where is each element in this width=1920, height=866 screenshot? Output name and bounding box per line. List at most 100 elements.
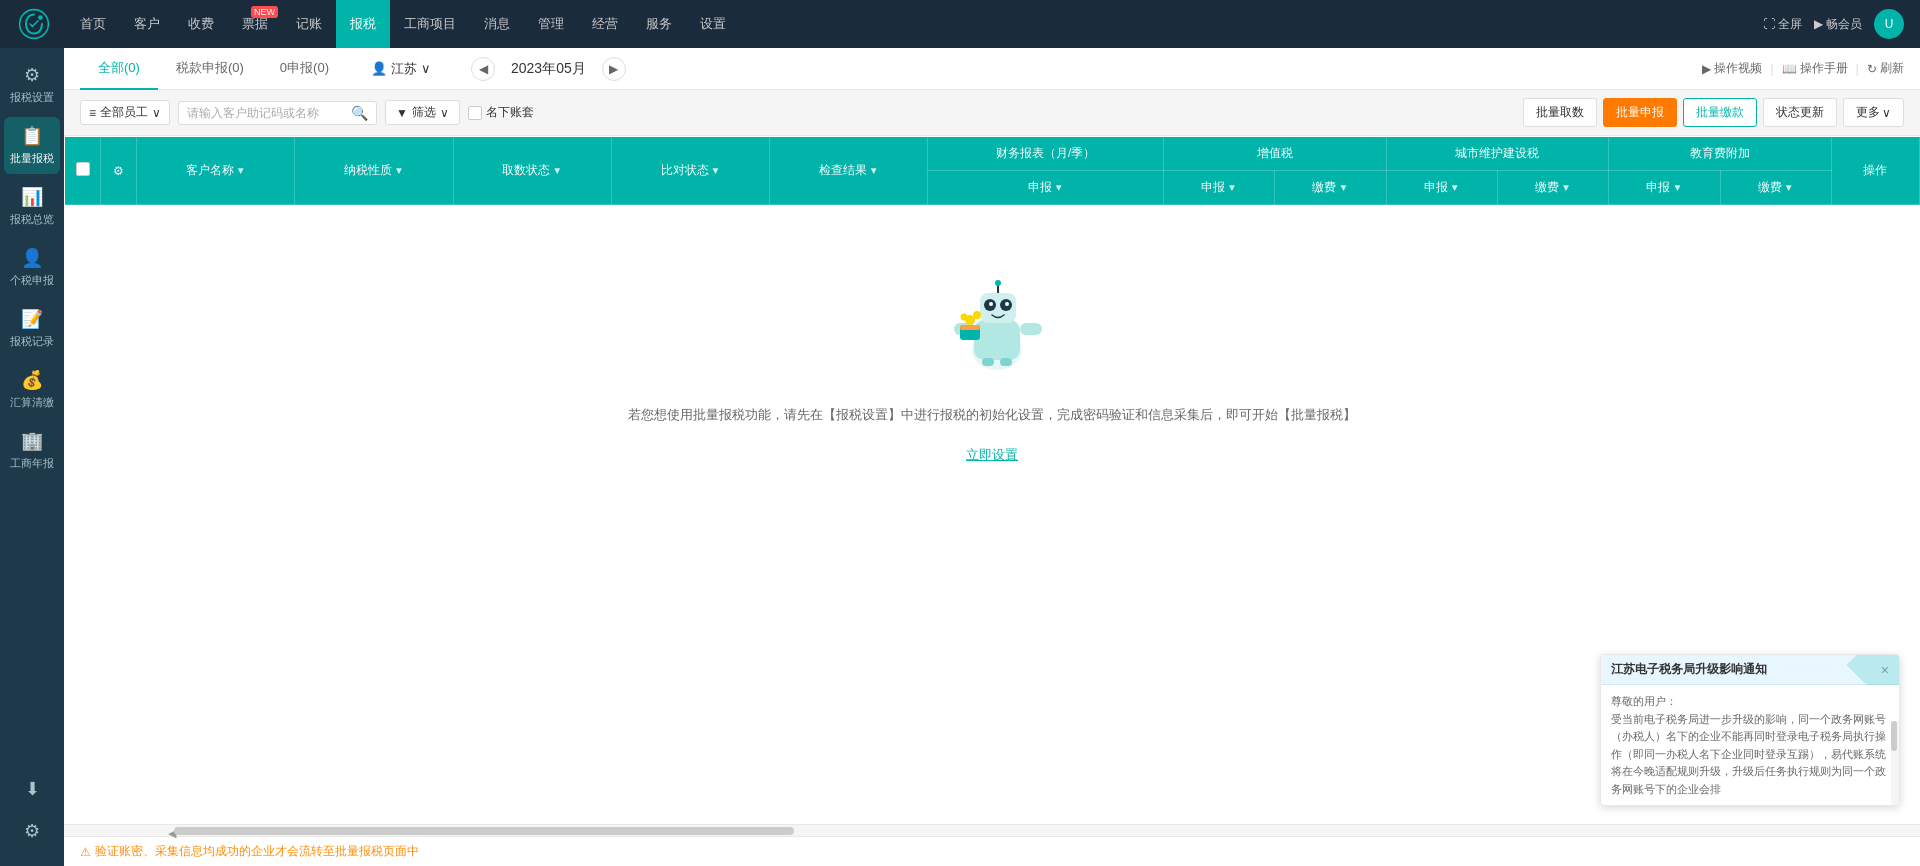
employee-select[interactable]: ≡ 全部员工 ∨ [80,100,170,125]
filter-icon[interactable]: ▼ [869,165,879,176]
th-vat-declare: 申报 ▼ [1163,171,1274,205]
th-customer-name: 客户名称 ▼ [137,137,295,205]
nav-operation[interactable]: 经营 [578,0,632,48]
svg-rect-18 [982,358,994,366]
sidebar-item-tax-overview[interactable]: 📊 报税总览 [4,178,60,235]
nav-tax[interactable]: 报税 [336,0,390,48]
nav-manage[interactable]: 管理 [524,0,578,48]
sidebar-item-personal-tax[interactable]: 👤 个税申报 [4,239,60,296]
tax-record-icon: 📝 [21,308,43,330]
sidebar-item-download[interactable]: ⬇ [4,770,60,808]
fullscreen-btn[interactable]: ⛶ 全屏 [1763,16,1802,33]
filter-button[interactable]: ▼ 筛选 ∨ [385,100,460,125]
filter-icon[interactable]: ▼ [1672,182,1682,193]
sidebar-item-batch-tax[interactable]: 📋 批量报税 [4,117,60,174]
th-compare-status: 比对状态 ▼ [611,137,769,205]
filter-icon[interactable]: ▼ [1054,182,1064,193]
next-month-btn[interactable]: ▶ [602,57,626,81]
setup-link[interactable]: 立即设置 [966,446,1018,464]
horizontal-scrollbar[interactable]: ◀ [64,824,1920,836]
nav-fee[interactable]: 收费 [174,0,228,48]
settings-icon: ⚙ [24,820,40,842]
svg-point-17 [995,280,1001,286]
operation-video-link[interactable]: ▶ 操作视频 [1702,60,1762,77]
th-city-pay: 缴费 ▼ [1497,171,1608,205]
checkbox-label-accountset[interactable]: 名下账套 [468,104,534,121]
employee-icon: ≡ [89,106,96,120]
filter-icon[interactable]: ▼ [1450,182,1460,193]
month-display: 2023年05月 [503,60,594,78]
top-navigation: 首页 客户 收费 票据 NEW 记账 报税 工商项目 消息 管理 经营 服务 设… [0,0,1920,48]
th-vat: 增值税 [1163,137,1386,171]
select-all-checkbox[interactable] [76,162,90,176]
new-badge: NEW [251,6,278,18]
sidebar-item-tax-settings[interactable]: ⚙ 报税设置 [4,56,60,113]
filter-icon[interactable]: ▼ [236,165,246,176]
sidebar-item-settlement[interactable]: 💰 汇算清缴 [4,361,60,418]
member-icon: ▶ [1814,17,1823,31]
sidebar-item-annual-report[interactable]: 🏢 工商年报 [4,422,60,479]
user-avatar[interactable]: U [1874,9,1904,39]
scrollbar-thumb[interactable] [174,827,794,835]
tab-zero-declare[interactable]: 0申报(0) [262,48,347,90]
notification-scrollbar[interactable] [1891,721,1899,805]
notification-title: 江苏电子税务局升级影响通知 [1611,661,1767,678]
sidebar-item-settings[interactable]: ⚙ [4,812,60,850]
toolbar-actions: 批量取数 批量申报 批量缴款 状态更新 更多 ∨ [1523,98,1904,127]
filter-dropdown-icon: ∨ [440,106,449,120]
refresh-btn[interactable]: ↻ 刷新 [1867,60,1904,77]
app-logo[interactable] [10,0,58,48]
sidebar: ⚙ 报税设置 📋 批量报税 📊 报税总览 👤 个税申报 📝 报税记录 💰 汇算清… [0,48,64,866]
filter-icon[interactable]: ▼ [1784,182,1794,193]
batch-fetch-btn[interactable]: 批量取数 [1523,98,1597,127]
sidebar-item-tax-record[interactable]: 📝 报税记录 [4,300,60,357]
nav-settings[interactable]: 设置 [686,0,740,48]
batch-pay-btn[interactable]: 批量缴款 [1683,98,1757,127]
settings-icon[interactable]: ⚙ [113,164,124,178]
chevron-right-icon: ▶ [609,62,618,76]
status-update-btn[interactable]: 状态更新 [1763,98,1837,127]
th-city-declare: 申报 ▼ [1386,171,1497,205]
th-edu-tax: 教育费附加 [1609,137,1832,171]
th-tax-type: 纳税性质 ▼ [295,137,453,205]
province-selector[interactable]: 👤 江苏 ∨ [371,60,431,78]
filter-icon[interactable]: ▼ [711,165,721,176]
tax-overview-icon: 📊 [21,186,43,208]
search-input[interactable] [187,106,347,120]
accountset-checkbox[interactable] [468,106,482,120]
corner-decoration [1839,655,1899,685]
notification-scrollbar-thumb[interactable] [1891,721,1897,751]
more-dropdown-icon: ∨ [1882,106,1891,120]
tab-tax-declare[interactable]: 税款申报(0) [158,48,262,90]
filter-icon[interactable]: ▼ [552,165,562,176]
employee-dropdown-icon: ∨ [152,106,161,120]
nav-invoice[interactable]: 票据 NEW [228,0,282,48]
more-btn[interactable]: 更多 ∨ [1843,98,1904,127]
annual-report-icon: 🏢 [21,430,43,452]
prev-month-btn[interactable]: ◀ [471,57,495,81]
filter-icon[interactable]: ▼ [1227,182,1237,193]
play-icon: ▶ [1702,62,1711,76]
province-icon: 👤 [371,61,387,76]
nav-message[interactable]: 消息 [470,0,524,48]
filter-icon[interactable]: ▼ [1561,182,1571,193]
nav-customer[interactable]: 客户 [120,0,174,48]
tab-all[interactable]: 全部(0) [80,48,158,90]
th-financial-report: 财务报表（月/季） [928,137,1163,171]
nav-home[interactable]: 首页 [66,0,120,48]
fullscreen-icon: ⛶ [1763,17,1775,31]
batch-declare-btn[interactable]: 批量申报 [1603,98,1677,127]
operation-manual-link[interactable]: 📖 操作手册 [1782,60,1848,77]
chevron-left-icon: ◀ [479,62,488,76]
filter-icon[interactable]: ▼ [1338,182,1348,193]
manual-icon: 📖 [1782,62,1797,76]
filter-icon[interactable]: ▼ [394,165,404,176]
nav-business[interactable]: 工商项目 [390,0,470,48]
notification-body: 尊敬的用户： 受当前电子税务局进一步升级的影响，同一个政务网账号（办税人）名下的… [1601,685,1899,805]
search-icon[interactable]: 🔍 [351,105,368,121]
member-btn[interactable]: ▶ 畅会员 [1814,16,1862,33]
nav-service[interactable]: 服务 [632,0,686,48]
nav-menu: 首页 客户 收费 票据 NEW 记账 报税 工商项目 消息 管理 经营 服务 设… [66,0,1763,48]
nav-bookkeeping[interactable]: 记账 [282,0,336,48]
th-vat-pay: 缴费 ▼ [1275,171,1386,205]
